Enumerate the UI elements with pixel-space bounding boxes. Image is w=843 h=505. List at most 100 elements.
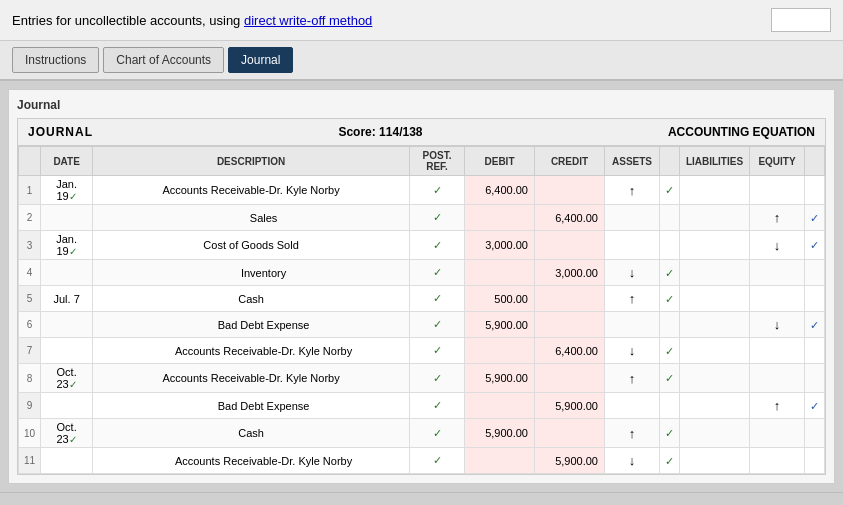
liabilities-cell xyxy=(680,448,750,474)
credit-cell xyxy=(535,419,605,448)
equity-check-cell xyxy=(805,419,825,448)
date-cell xyxy=(41,393,93,419)
equity-check-cell xyxy=(805,364,825,393)
col-description: DESCRIPTION xyxy=(93,147,410,176)
post-ref-cell: ✓ xyxy=(410,338,465,364)
col-check-a xyxy=(660,147,680,176)
debit-cell xyxy=(465,260,535,286)
col-credit: CREDIT xyxy=(535,147,605,176)
header-bar: Entries for uncollectible accounts, usin… xyxy=(0,0,843,41)
liabilities-cell xyxy=(680,312,750,338)
equity-cell: ↑ xyxy=(750,205,805,231)
debit-cell xyxy=(465,338,535,364)
credit-cell: 5,900.00 xyxy=(535,393,605,419)
assets-cell: ↑ xyxy=(605,364,660,393)
description-cell: Bad Debt Expense xyxy=(93,393,410,419)
journal-table-wrapper: JOURNAL Score: 114/138 ACCOUNTING EQUATI… xyxy=(17,118,826,475)
col-post-ref: POST. REF. xyxy=(410,147,465,176)
table-title: JOURNAL xyxy=(28,125,93,139)
date-cell xyxy=(41,338,93,364)
liabilities-cell xyxy=(680,176,750,205)
col-date: DATE xyxy=(41,147,93,176)
col-assets: ASSETS xyxy=(605,147,660,176)
row-number: 6 xyxy=(19,312,41,338)
post-ref-cell: ✓ xyxy=(410,231,465,260)
journal-table: DATE DESCRIPTION POST. REF. DEBIT CREDIT… xyxy=(18,146,825,474)
debit-cell xyxy=(465,205,535,231)
equity-check-cell: ✓ xyxy=(805,312,825,338)
date-cell: Oct. 23✓ xyxy=(41,364,93,393)
instructions-button[interactable]: Instructions xyxy=(12,47,99,73)
assets-check-cell: ✓ xyxy=(660,364,680,393)
liabilities-cell xyxy=(680,393,750,419)
chart-of-accounts-button[interactable]: Chart of Accounts xyxy=(103,47,224,73)
description-cell: Cost of Goods Sold xyxy=(93,231,410,260)
description-cell: Cash xyxy=(93,419,410,448)
row-number: 4 xyxy=(19,260,41,286)
date-cell: Oct. 23✓ xyxy=(41,419,93,448)
equity-cell: ↓ xyxy=(750,231,805,260)
row-number: 10 xyxy=(19,419,41,448)
equity-cell: ↑ xyxy=(750,393,805,419)
credit-cell: 6,400.00 xyxy=(535,338,605,364)
description-cell: Bad Debt Expense xyxy=(93,312,410,338)
debit-cell xyxy=(465,393,535,419)
assets-check-cell xyxy=(660,312,680,338)
assets-check-cell xyxy=(660,205,680,231)
row-number: 3 xyxy=(19,231,41,260)
description-cell: Accounts Receivable-Dr. Kyle Norby xyxy=(93,176,410,205)
nav-bar: Instructions Chart of Accounts Journal xyxy=(0,41,843,81)
description-cell: Accounts Receivable-Dr. Kyle Norby xyxy=(93,338,410,364)
search-input[interactable] xyxy=(771,8,831,32)
date-cell: Jul. 7 xyxy=(41,286,93,312)
date-cell xyxy=(41,448,93,474)
description-cell: Accounts Receivable-Dr. Kyle Norby xyxy=(93,364,410,393)
credit-cell: 6,400.00 xyxy=(535,205,605,231)
equity-cell xyxy=(750,260,805,286)
method-link[interactable]: direct write-off method xyxy=(244,13,372,28)
table-info-row: JOURNAL Score: 114/138 ACCOUNTING EQUATI… xyxy=(18,119,825,146)
bottom-bar xyxy=(0,492,843,505)
debit-cell: 5,900.00 xyxy=(465,364,535,393)
equity-check-cell xyxy=(805,286,825,312)
assets-check-cell: ✓ xyxy=(660,419,680,448)
row-number: 7 xyxy=(19,338,41,364)
journal-button[interactable]: Journal xyxy=(228,47,293,73)
post-ref-cell: ✓ xyxy=(410,312,465,338)
equity-cell: ↓ xyxy=(750,312,805,338)
post-ref-cell: ✓ xyxy=(410,448,465,474)
journal-section: Journal JOURNAL Score: 114/138 ACCOUNTIN… xyxy=(8,89,835,484)
credit-cell xyxy=(535,364,605,393)
date-cell xyxy=(41,205,93,231)
assets-check-cell: ✓ xyxy=(660,448,680,474)
debit-cell: 5,900.00 xyxy=(465,312,535,338)
page-title: Entries for uncollectible accounts, usin… xyxy=(12,13,372,28)
col-num xyxy=(19,147,41,176)
debit-cell: 6,400.00 xyxy=(465,176,535,205)
row-number: 1 xyxy=(19,176,41,205)
liabilities-cell xyxy=(680,286,750,312)
assets-check-cell xyxy=(660,231,680,260)
row-number: 2 xyxy=(19,205,41,231)
equity-check-cell xyxy=(805,176,825,205)
row-number: 11 xyxy=(19,448,41,474)
liabilities-cell xyxy=(680,260,750,286)
col-debit: DEBIT xyxy=(465,147,535,176)
liabilities-cell xyxy=(680,231,750,260)
assets-cell: ↓ xyxy=(605,260,660,286)
row-number: 9 xyxy=(19,393,41,419)
equity-cell xyxy=(750,448,805,474)
col-liabilities: LIABILITIES xyxy=(680,147,750,176)
date-cell: Jan. 19✓ xyxy=(41,231,93,260)
post-ref-cell: ✓ xyxy=(410,176,465,205)
date-cell: Jan. 19✓ xyxy=(41,176,93,205)
date-cell xyxy=(41,260,93,286)
assets-cell xyxy=(605,312,660,338)
assets-cell: ↑ xyxy=(605,286,660,312)
assets-check-cell: ✓ xyxy=(660,286,680,312)
debit-cell: 5,900.00 xyxy=(465,419,535,448)
post-ref-cell: ✓ xyxy=(410,260,465,286)
debit-cell: 500.00 xyxy=(465,286,535,312)
debit-cell xyxy=(465,448,535,474)
equity-check-cell: ✓ xyxy=(805,393,825,419)
